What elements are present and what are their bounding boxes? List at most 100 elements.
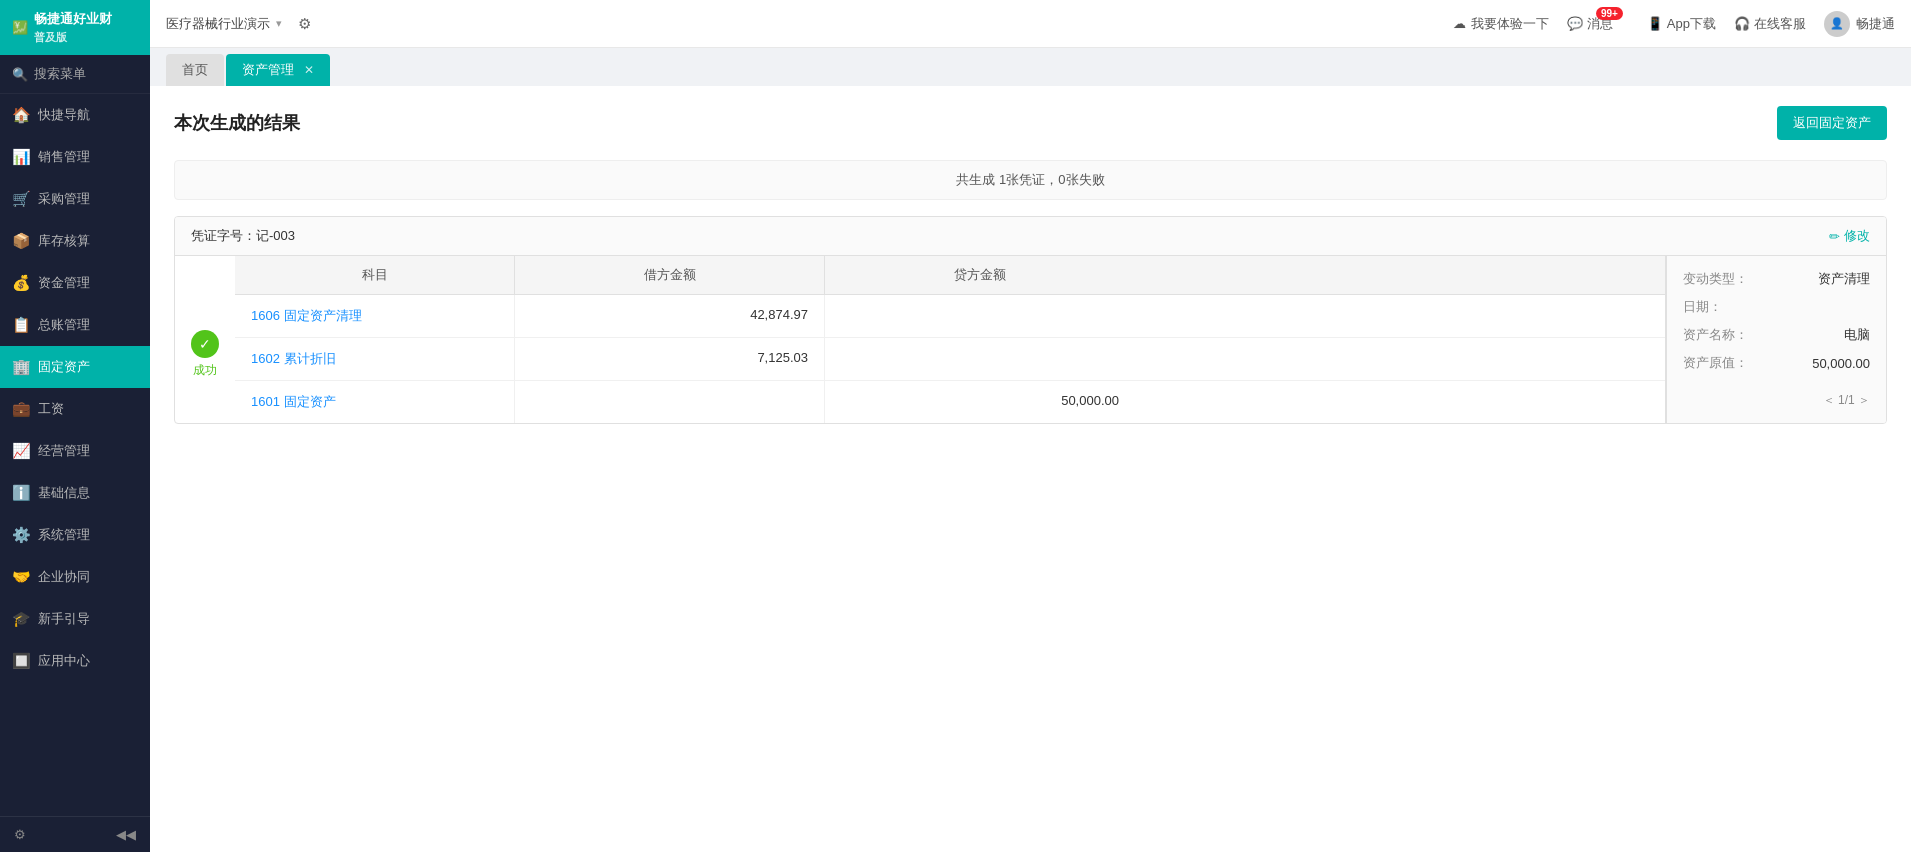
row2-subject: 1602 累计折旧 bbox=[235, 338, 515, 380]
voucher-main: ✓ 成功 科目 借方金额 贷方金额 1606 固定资产清理 bbox=[175, 256, 1886, 423]
change-type-label: 变动类型： bbox=[1683, 270, 1748, 288]
search-icon: 🔍 bbox=[12, 67, 28, 82]
feedback-label: 我要体验一下 bbox=[1471, 15, 1549, 33]
summary-text: 共生成 1张凭证，0张失败 bbox=[956, 172, 1104, 187]
original-value-label: 资产原值： bbox=[1683, 354, 1748, 372]
sidebar-item-ledger[interactable]: 📋 总账管理 bbox=[0, 304, 150, 346]
voucher-header: 凭证字号：记-003 ✏ 修改 bbox=[175, 217, 1886, 256]
sidebar-item-guide[interactable]: 🎓 新手引导 bbox=[0, 598, 150, 640]
edit-icon: ✏ bbox=[1829, 229, 1840, 244]
topbar: 医疗器械行业演示 ▾ ⚙ ☁ 我要体验一下 💬 消息 99+ 📱 App下载 🎧… bbox=[150, 0, 1911, 48]
sidebar-item-system[interactable]: ⚙️ 系统管理 bbox=[0, 514, 150, 556]
sidebar-label-system: 系统管理 bbox=[38, 526, 90, 544]
sidebar-item-purchase[interactable]: 🛒 采购管理 bbox=[0, 178, 150, 220]
sidebar-item-inventory[interactable]: 📦 库存核算 bbox=[0, 220, 150, 262]
sidebar-label-ledger: 总账管理 bbox=[38, 316, 90, 334]
row1-credit bbox=[825, 295, 1135, 337]
row2-subject-link[interactable]: 1602 累计折旧 bbox=[251, 351, 336, 366]
sidebar-item-sales[interactable]: 📊 销售管理 bbox=[0, 136, 150, 178]
topbar-right: 💬 消息 99+ 📱 App下载 🎧 在线客服 👤 畅捷通 bbox=[1567, 11, 1895, 37]
home-icon: 🏠 bbox=[12, 106, 30, 124]
th-debit: 借方金额 bbox=[515, 256, 825, 294]
voucher-block: 凭证字号：记-003 ✏ 修改 ✓ 成功 科目 借方金额 bbox=[174, 216, 1887, 424]
main-container: 医疗器械行业演示 ▾ ⚙ ☁ 我要体验一下 💬 消息 99+ 📱 App下载 🎧… bbox=[150, 0, 1911, 852]
page-title: 本次生成的结果 bbox=[174, 111, 300, 135]
asset-name-value: 电脑 bbox=[1844, 326, 1870, 344]
inventory-icon: 📦 bbox=[12, 232, 30, 250]
prev-icon[interactable]: ＜ bbox=[1823, 393, 1835, 407]
original-value-row: 资产原值： 50,000.00 bbox=[1683, 354, 1870, 372]
sidebar-label-fixed-assets: 固定资产 bbox=[38, 358, 90, 376]
pagination: ＜ 1/1 ＞ bbox=[1683, 392, 1870, 409]
success-icon: ✓ bbox=[191, 330, 219, 358]
tab-home[interactable]: 首页 bbox=[166, 54, 224, 86]
user-name: 畅捷通 bbox=[1856, 15, 1895, 33]
voucher-number: 凭证字号：记-003 bbox=[191, 227, 295, 245]
company-name: 医疗器械行业演示 bbox=[166, 15, 270, 33]
sidebar-item-business[interactable]: 📈 经营管理 bbox=[0, 430, 150, 472]
page-indicator: 1/1 bbox=[1838, 393, 1858, 407]
fixed-assets-icon: 🏢 bbox=[12, 358, 30, 376]
sidebar-label-app-center: 应用中心 bbox=[38, 652, 90, 670]
app-download-label: App下载 bbox=[1667, 15, 1716, 33]
sidebar-item-base-info[interactable]: ℹ️ 基础信息 bbox=[0, 472, 150, 514]
voucher-table: 科目 借方金额 贷方金额 1606 固定资产清理 42,874.97 bbox=[235, 256, 1666, 423]
sidebar-item-cooperation[interactable]: 🤝 企业协同 bbox=[0, 556, 150, 598]
row3-debit bbox=[515, 381, 825, 423]
tab-close-icon[interactable]: ✕ bbox=[304, 63, 314, 77]
messages-button[interactable]: 💬 消息 99+ bbox=[1567, 15, 1613, 33]
edit-button[interactable]: ✏ 修改 bbox=[1829, 227, 1870, 245]
online-service-label: 在线客服 bbox=[1754, 15, 1806, 33]
sidebar-item-fund[interactable]: 💰 资金管理 bbox=[0, 262, 150, 304]
row3-subject-link[interactable]: 1601 固定资产 bbox=[251, 394, 336, 409]
tab-asset-mgmt[interactable]: 资产管理 ✕ bbox=[226, 54, 330, 86]
fund-icon: 💰 bbox=[12, 274, 30, 292]
collapse-icon[interactable]: ◀◀ bbox=[116, 827, 136, 842]
table-head: 科目 借方金额 贷方金额 bbox=[235, 256, 1665, 295]
system-icon: ⚙️ bbox=[12, 526, 30, 544]
sidebar-footer: ⚙ ◀◀ bbox=[0, 816, 150, 852]
purchase-icon: 🛒 bbox=[12, 190, 30, 208]
gear-icon[interactable]: ⚙ bbox=[298, 15, 311, 33]
next-icon[interactable]: ＞ bbox=[1858, 393, 1870, 407]
table-row: 1606 固定资产清理 42,874.97 bbox=[235, 295, 1665, 338]
online-service-button[interactable]: 🎧 在线客服 bbox=[1734, 15, 1806, 33]
sidebar: 💹 畅捷通好业财 普及版 🔍 搜索菜单 🏠 快捷导航 📊 销售管理 🛒 采购管理… bbox=[0, 0, 150, 852]
success-column: ✓ 成功 bbox=[175, 256, 235, 423]
row1-subject-link[interactable]: 1606 固定资产清理 bbox=[251, 308, 362, 323]
row2-credit bbox=[825, 338, 1135, 380]
user-profile-button[interactable]: 👤 畅捷通 bbox=[1824, 11, 1895, 37]
sidebar-item-app-center[interactable]: 🔲 应用中心 bbox=[0, 640, 150, 682]
sidebar-label-sales: 销售管理 bbox=[38, 148, 90, 166]
sidebar-label-business: 经营管理 bbox=[38, 442, 90, 460]
feedback-button[interactable]: ☁ 我要体验一下 bbox=[1445, 11, 1557, 37]
summary-bar: 共生成 1张凭证，0张失败 bbox=[174, 160, 1887, 200]
sidebar-label-fund: 资金管理 bbox=[38, 274, 90, 292]
headset-icon: 🎧 bbox=[1734, 16, 1750, 31]
original-value-value: 50,000.00 bbox=[1812, 356, 1870, 371]
app-download-button[interactable]: 📱 App下载 bbox=[1647, 15, 1716, 33]
sidebar-label-base-info: 基础信息 bbox=[38, 484, 90, 502]
sidebar-item-payroll[interactable]: 💼 工资 bbox=[0, 388, 150, 430]
asset-name-row: 资产名称： 电脑 bbox=[1683, 326, 1870, 344]
return-button[interactable]: 返回固定资产 bbox=[1777, 106, 1887, 140]
sidebar-label-guide: 新手引导 bbox=[38, 610, 90, 628]
sidebar-label-quick-nav: 快捷导航 bbox=[38, 106, 90, 124]
sidebar-item-fixed-assets[interactable]: 🏢 固定资产 bbox=[0, 346, 150, 388]
sidebar-item-quick-nav[interactable]: 🏠 快捷导航 bbox=[0, 94, 150, 136]
sidebar-label-purchase: 采购管理 bbox=[38, 190, 90, 208]
app-download-icon: 📱 bbox=[1647, 16, 1663, 31]
logo-sub: 普及版 bbox=[34, 30, 112, 45]
success-label: 成功 bbox=[193, 362, 217, 379]
table-row: 1601 固定资产 50,000.00 bbox=[235, 381, 1665, 423]
result-header: 本次生成的结果 返回固定资产 bbox=[174, 106, 1887, 140]
sidebar-label-inventory: 库存核算 bbox=[38, 232, 90, 250]
sidebar-search[interactable]: 🔍 搜索菜单 bbox=[0, 55, 150, 94]
th-subject: 科目 bbox=[235, 256, 515, 294]
settings-icon[interactable]: ⚙ bbox=[14, 827, 26, 842]
payroll-icon: 💼 bbox=[12, 400, 30, 418]
table-row: 1602 累计折旧 7,125.03 bbox=[235, 338, 1665, 381]
side-panel: 变动类型： 资产清理 日期： 资产名称： 电脑 资产原值： 50,000.00 bbox=[1666, 256, 1886, 423]
row3-credit: 50,000.00 bbox=[825, 381, 1135, 423]
feedback-icon: ☁ bbox=[1453, 16, 1466, 31]
